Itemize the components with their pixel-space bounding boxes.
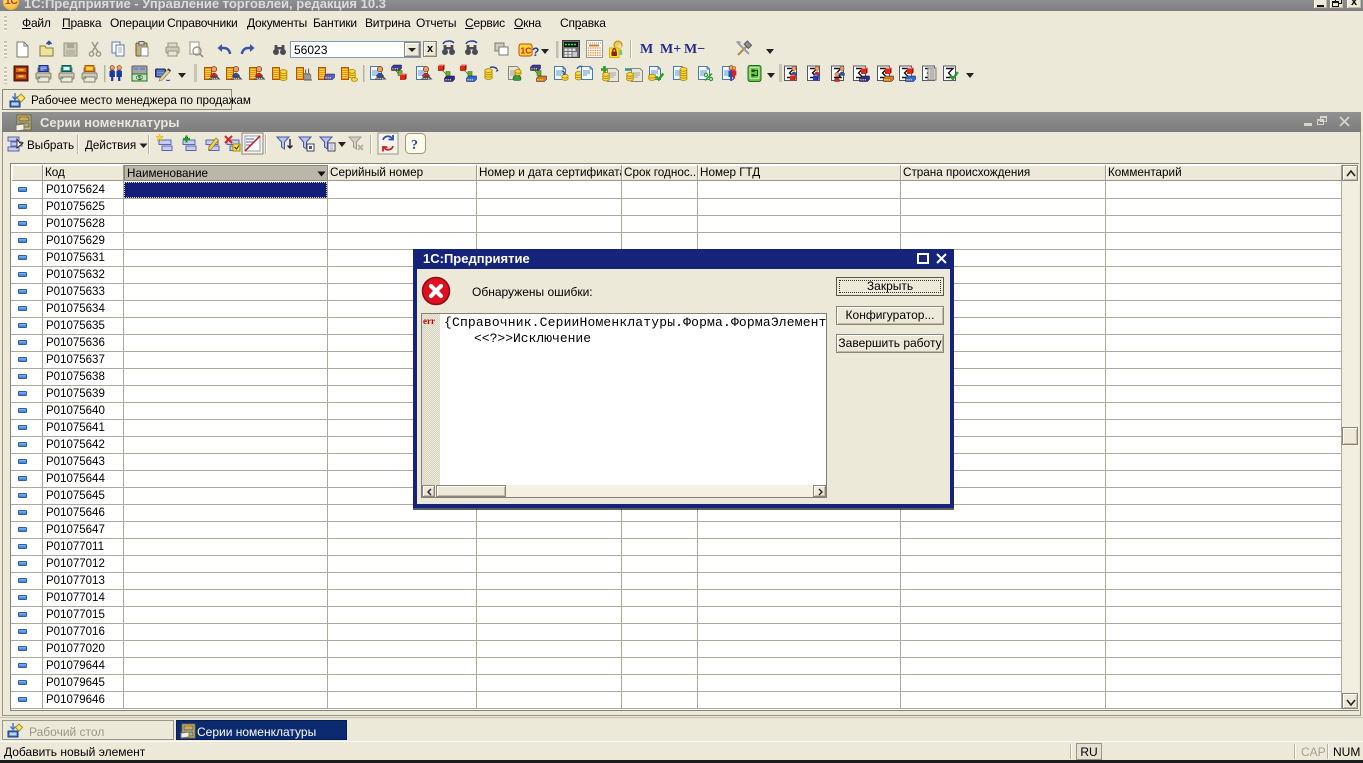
svg-text:?: ? bbox=[411, 138, 418, 153]
svg-text:?: ? bbox=[532, 45, 539, 59]
svg-text:1C: 1C bbox=[521, 46, 532, 56]
svg-text:$: $ bbox=[138, 75, 142, 82]
